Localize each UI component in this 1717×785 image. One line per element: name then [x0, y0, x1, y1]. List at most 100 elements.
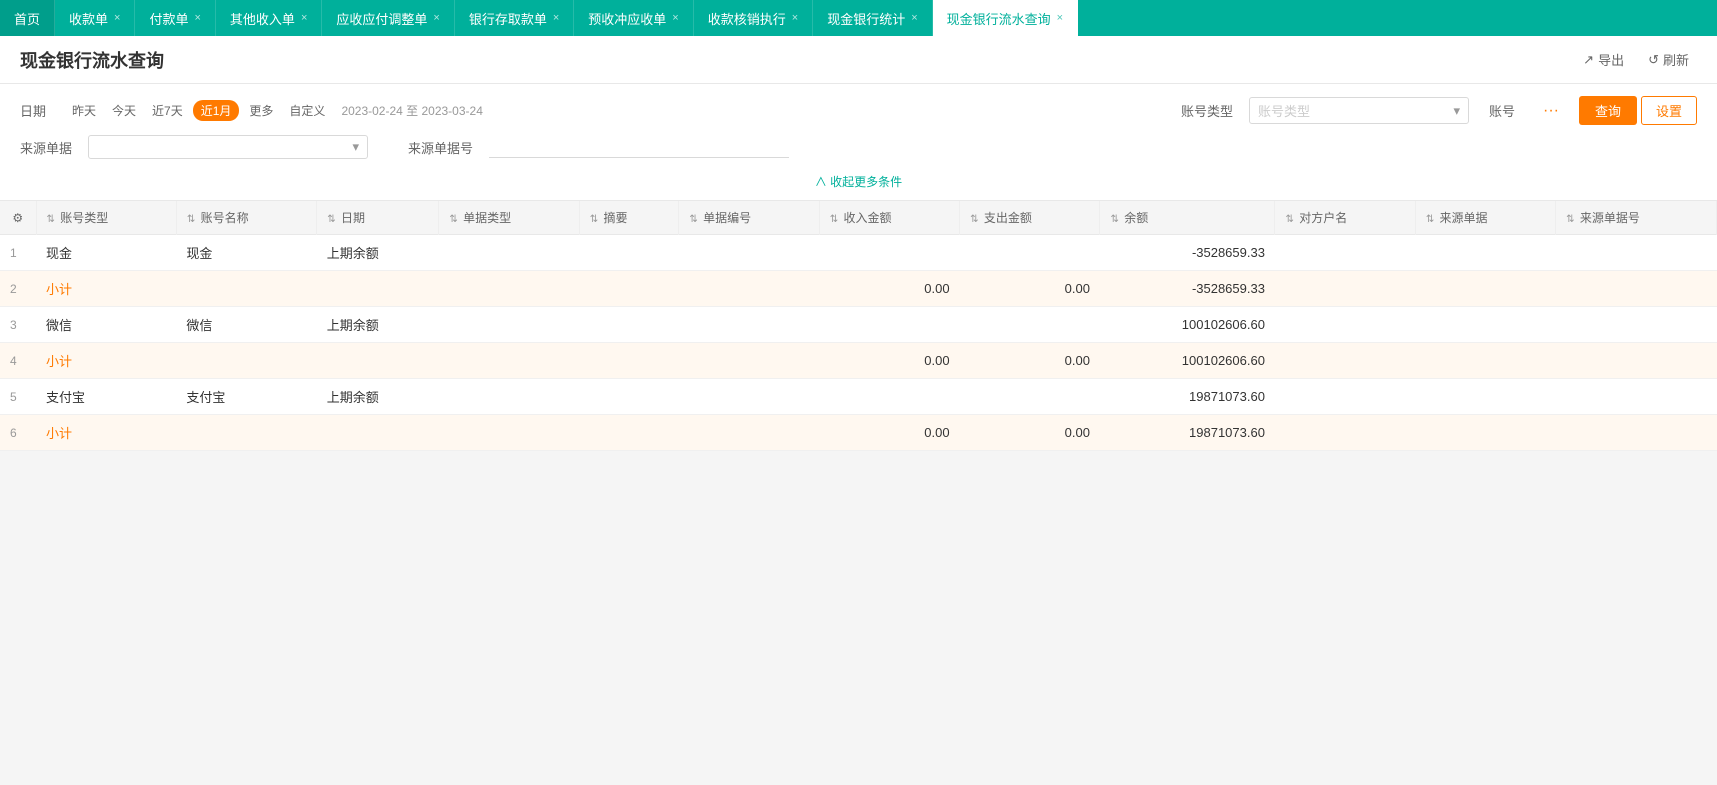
account-type-select[interactable]: 账号类型 ▾	[1249, 97, 1469, 124]
col-summary[interactable]: ⇅ 摘要	[579, 201, 679, 235]
query-button[interactable]: 查询	[1579, 96, 1637, 125]
table-cell: 0.00	[960, 271, 1100, 307]
date-btn-custom[interactable]: 自定义	[283, 100, 331, 121]
nav-adjustments[interactable]: 应收应付调整单 ×	[322, 0, 454, 36]
col-source-doc-num[interactable]: ⇅ 来源单据号	[1556, 201, 1717, 235]
nav-other-income[interactable]: 其他收入单 ×	[216, 0, 322, 36]
page-header: 现金银行流水查询 ↗ 导出 ↺ 刷新	[0, 36, 1717, 84]
nav-receipts[interactable]: 收款单 ×	[55, 0, 135, 36]
filter-row-source: 来源单据 ▾ 来源单据号	[20, 135, 1697, 159]
table-cell: 1	[0, 235, 36, 271]
account-label: 账号	[1489, 101, 1519, 120]
source-doc-filter-group: 来源单据 ▾	[20, 135, 368, 159]
table-cell: 2	[0, 271, 36, 307]
date-btn-more[interactable]: 更多	[243, 100, 279, 121]
sort-icon: ⇅	[449, 214, 457, 225]
table-row: 1现金现金上期余额-3528659.33	[0, 235, 1717, 271]
close-icon[interactable]: ×	[301, 12, 307, 24]
table-row: 5支付宝支付宝上期余额19871073.60	[0, 379, 1717, 415]
nav-label: 收款核销执行	[708, 9, 786, 28]
close-icon[interactable]: ×	[194, 12, 200, 24]
collapse-label: 收起更多条件	[830, 175, 902, 189]
col-source-doc[interactable]: ⇅ 来源单据	[1415, 201, 1555, 235]
col-expense[interactable]: ⇅ 支出金额	[960, 201, 1100, 235]
table-cell: 0.00	[819, 415, 959, 451]
table-cell: 0.00	[819, 343, 959, 379]
account-more-icon[interactable]: ···	[1543, 102, 1559, 120]
sort-icon: ⇅	[1110, 214, 1118, 225]
close-icon[interactable]: ×	[553, 12, 559, 24]
table-cell	[1415, 379, 1555, 415]
table-cell: 3	[0, 307, 36, 343]
close-icon[interactable]: ×	[1057, 12, 1063, 24]
table-cell	[1556, 271, 1717, 307]
table-cell: 支付宝	[176, 379, 316, 415]
nav-advance-receipts[interactable]: 预收冲应收单 ×	[574, 0, 693, 36]
nav-payments[interactable]: 付款单 ×	[135, 0, 215, 36]
export-button[interactable]: ↗ 导出	[1575, 46, 1632, 73]
col-doc-type[interactable]: ⇅ 单据类型	[439, 201, 579, 235]
table-header-row: ⚙ ⇅ 账号类型 ⇅ 账号名称 ⇅ 日期 ⇅ 单据类型	[0, 201, 1717, 235]
date-btn-today[interactable]: 今天	[106, 100, 142, 121]
col-account-name[interactable]: ⇅ 账号名称	[176, 201, 316, 235]
date-shortcuts: 昨天 今天 近7天 近1月 更多 自定义 2023-02-24 至 2023-0…	[66, 100, 483, 121]
date-btn-yesterday[interactable]: 昨天	[66, 100, 102, 121]
close-icon[interactable]: ×	[911, 12, 917, 24]
close-icon[interactable]: ×	[672, 12, 678, 24]
table-cell	[819, 379, 959, 415]
table-cell: 小计	[36, 271, 176, 307]
refresh-button[interactable]: ↺ 刷新	[1640, 46, 1697, 73]
close-icon[interactable]: ×	[792, 12, 798, 24]
refresh-icon: ↺	[1648, 52, 1659, 68]
nav-bank-deposits[interactable]: 银行存取款单 ×	[455, 0, 574, 36]
table-cell	[579, 235, 679, 271]
gear-icon: ⚙	[12, 211, 23, 225]
col-gear[interactable]: ⚙	[0, 201, 36, 235]
sort-icon: ⇅	[970, 214, 978, 225]
table-cell	[1556, 415, 1717, 451]
table-row: 4小计0.000.00100102606.60	[0, 343, 1717, 379]
refresh-label: 刷新	[1663, 50, 1689, 69]
table-cell	[1556, 235, 1717, 271]
col-account-type[interactable]: ⇅ 账号类型	[36, 201, 176, 235]
table-cell: 上期余额	[317, 235, 439, 271]
table-cell	[439, 379, 579, 415]
col-doc-num[interactable]: ⇅ 单据编号	[679, 201, 819, 235]
table-cell	[579, 379, 679, 415]
col-income[interactable]: ⇅ 收入金额	[819, 201, 959, 235]
col-counterparty[interactable]: ⇅ 对方户名	[1275, 201, 1415, 235]
table-cell: -3528659.33	[1100, 235, 1275, 271]
export-label: 导出	[1598, 50, 1624, 69]
close-icon[interactable]: ×	[433, 12, 439, 24]
nav-home[interactable]: 首页	[0, 0, 55, 36]
table-cell: 19871073.60	[1100, 415, 1275, 451]
table-cell	[679, 271, 819, 307]
top-nav: 首页 收款单 × 付款单 × 其他收入单 × 应收应付调整单 × 银行存取款单 …	[0, 0, 1717, 36]
col-date[interactable]: ⇅ 日期	[317, 201, 439, 235]
sort-icon: ⇅	[830, 214, 838, 225]
account-type-label: 账号类型	[1181, 101, 1233, 120]
nav-collection-exec[interactable]: 收款核销执行 ×	[694, 0, 813, 36]
source-doc-select[interactable]: ▾	[88, 135, 368, 159]
sort-icon: ⇅	[689, 214, 697, 225]
settings-button[interactable]: 设置	[1641, 96, 1697, 125]
table-cell	[1415, 415, 1555, 451]
table-cell	[317, 415, 439, 451]
source-doc-num-input[interactable]	[489, 136, 789, 158]
close-icon[interactable]: ×	[114, 12, 120, 24]
sort-icon: ⇅	[590, 214, 598, 225]
table-cell: 0.00	[960, 343, 1100, 379]
export-icon: ↗	[1583, 52, 1594, 68]
source-doc-num-filter-group: 来源单据号	[408, 136, 789, 158]
date-btn-7days[interactable]: 近7天	[146, 100, 189, 121]
nav-cash-flow-query[interactable]: 现金银行流水查询 ×	[933, 0, 1078, 36]
nav-home-label: 首页	[14, 9, 40, 28]
date-label: 日期	[20, 101, 50, 120]
collapse-filter-bar[interactable]: ∧ 收起更多条件	[20, 169, 1697, 192]
col-balance[interactable]: ⇅ 余额	[1100, 201, 1275, 235]
table-cell	[679, 235, 819, 271]
table-cell	[439, 235, 579, 271]
nav-cash-stats[interactable]: 现金银行统计 ×	[813, 0, 932, 36]
date-btn-1month[interactable]: 近1月	[193, 100, 240, 121]
page-title: 现金银行流水查询	[20, 47, 164, 73]
